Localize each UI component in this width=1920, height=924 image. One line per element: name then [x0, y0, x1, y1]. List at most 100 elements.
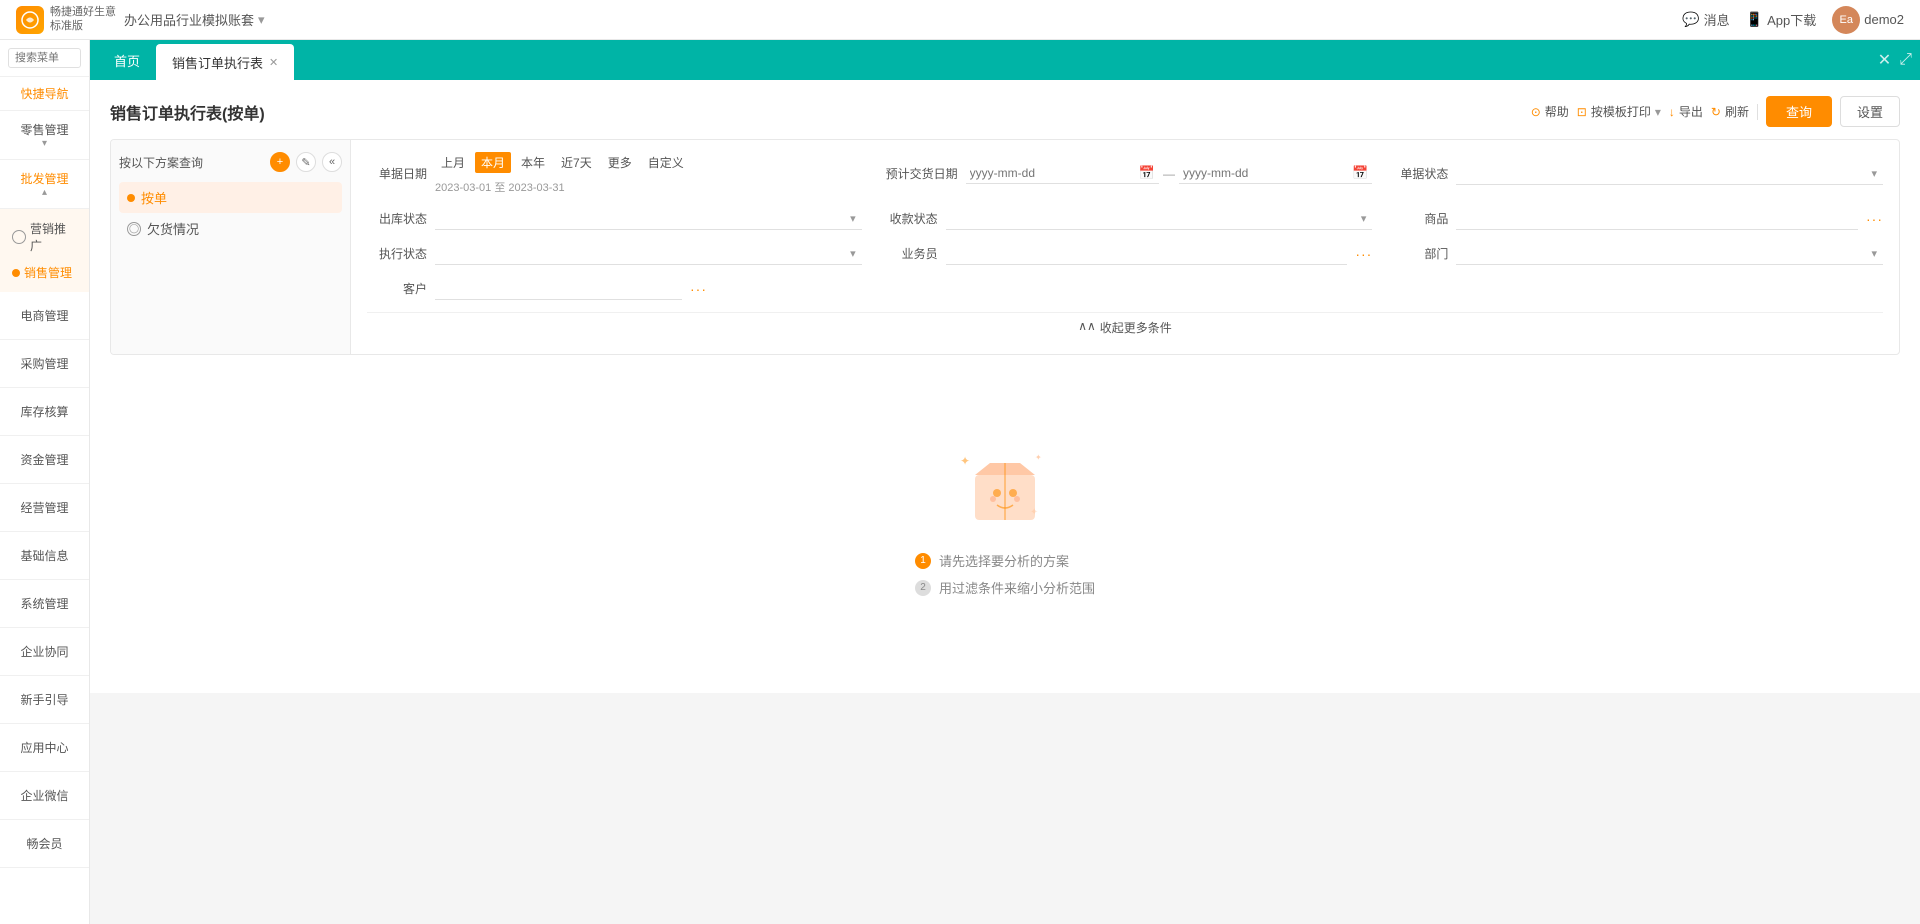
delivery-date-end[interactable]: 📅	[1179, 163, 1372, 184]
department-chevron-icon: ▾	[1871, 247, 1877, 260]
calendar-start-icon[interactable]: 📅	[1139, 165, 1155, 181]
chevron-down-icon: ▾	[42, 138, 47, 149]
message-btn[interactable]: 💬 消息	[1682, 10, 1729, 29]
help-icon: ⊙	[1531, 105, 1541, 119]
payment-select[interactable]: ▾	[946, 208, 1373, 230]
app-download-btn[interactable]: 📱 App下载	[1746, 10, 1817, 29]
settings-button[interactable]: 设置	[1840, 96, 1900, 127]
tab-sales-order[interactable]: 销售订单执行表 ✕	[156, 44, 294, 80]
retail-label: 零售管理	[20, 121, 68, 138]
app-selector[interactable]: 办公用品行业模拟账套 ▾	[124, 10, 265, 29]
execution-chevron-icon: ▾	[850, 247, 856, 260]
sidebar-item-enterprise[interactable]: 企业协同	[0, 628, 89, 676]
salesperson-more-icon[interactable]: ···	[1355, 246, 1372, 262]
order-status-select[interactable]: ▾	[1456, 163, 1883, 185]
delivery-date-start[interactable]: 📅	[966, 163, 1159, 184]
scheme-item-by-order[interactable]: 按单	[119, 182, 342, 213]
svg-text:✦: ✦	[1030, 507, 1038, 518]
refresh-icon: ↻	[1711, 105, 1721, 119]
delivery-start-input[interactable]	[970, 166, 1135, 180]
help-btn[interactable]: ⊙ 帮助	[1531, 103, 1569, 120]
tab-close-icon[interactable]: ✕	[269, 56, 278, 69]
date-tab-last-month[interactable]: 上月	[435, 152, 471, 173]
date-tab-more[interactable]: 更多	[602, 152, 638, 173]
date-tab-7days[interactable]: 近7天	[555, 152, 598, 173]
logo-text: 畅捷通好生意 标准版	[50, 6, 116, 32]
filter-field-goods: 商品 ···	[1388, 207, 1883, 230]
delivery-end-input[interactable]	[1183, 166, 1348, 180]
sidebar-item-operation[interactable]: 经营管理	[0, 484, 89, 532]
date-tab-this-month[interactable]: 本月	[475, 152, 511, 173]
collapse-bar[interactable]: ∧∧ 收起更多条件	[367, 312, 1883, 342]
execution-select[interactable]: ▾	[435, 243, 862, 265]
tab-minimize-icon[interactable]: ✕	[1878, 50, 1891, 70]
salesperson-label: 业务员	[878, 245, 938, 262]
sidebar-item-inventory[interactable]: 库存核算	[0, 388, 89, 436]
filter-panel: 按以下方案查询 + ✎ « 按单 ◯	[110, 139, 1900, 355]
sidebar-item-retail[interactable]: 零售管理 ▾	[0, 111, 89, 160]
divider	[1757, 104, 1758, 120]
date-tab-custom[interactable]: 自定义	[642, 152, 690, 173]
tab-bar: 首页 销售订单执行表 ✕ ✕ ⤢	[90, 40, 1920, 80]
sidebar-item-marketing[interactable]: 营销推广	[8, 215, 81, 259]
collapse-label: 收起更多条件	[1100, 319, 1172, 336]
filter-field-salesperson: 业务员 ···	[878, 242, 1373, 265]
filter-field-order-date: 单据日期 上月 本月 本年 近7天 更多 自定义	[367, 152, 862, 195]
filter-scheme-panel: 按以下方案查询 + ✎ « 按单 ◯	[111, 140, 351, 354]
sidebar-nav-btn[interactable]: 快捷导航	[0, 77, 89, 111]
customer-more-icon[interactable]: ···	[690, 281, 707, 297]
customer-input[interactable]	[435, 277, 682, 300]
sidebar-item-wechat[interactable]: 企业微信	[0, 772, 89, 820]
search-input[interactable]	[8, 48, 81, 68]
sidebar-item-ecommerce[interactable]: 电商管理	[0, 292, 89, 340]
avatar: Ea	[1832, 6, 1860, 34]
goods-label: 商品	[1388, 210, 1448, 227]
circle-icon	[12, 230, 26, 244]
filter-fields-panel: 单据日期 上月 本月 本年 近7天 更多 自定义	[351, 140, 1899, 354]
export-btn[interactable]: ↓ 导出	[1669, 103, 1703, 120]
sidebar-item-finance[interactable]: 资金管理	[0, 436, 89, 484]
collapse-scheme-btn[interactable]: «	[322, 152, 342, 172]
user-menu[interactable]: Ea demo2	[1832, 6, 1904, 34]
sidebar-item-system[interactable]: 系统管理	[0, 580, 89, 628]
query-button[interactable]: 查询	[1766, 96, 1832, 127]
sidebar-item-appstore[interactable]: 应用中心	[0, 724, 89, 772]
department-label: 部门	[1388, 245, 1448, 262]
shipment-select[interactable]: ▾	[435, 208, 862, 230]
sidebar-item-wholesale[interactable]: 批发管理 ▴	[0, 160, 89, 209]
date-tab-this-year[interactable]: 本年	[515, 152, 551, 173]
filter-left-icons: + ✎ «	[270, 152, 342, 172]
order-date-label: 单据日期	[367, 165, 427, 182]
active-dot-icon	[12, 269, 20, 277]
payment-label: 收款状态	[878, 210, 938, 227]
payment-chevron-icon: ▾	[1361, 212, 1367, 225]
sidebar-item-purchase[interactable]: 采购管理	[0, 340, 89, 388]
logo-area: 畅捷通好生意 标准版	[16, 6, 116, 34]
sidebar-item-vip[interactable]: 畅会员	[0, 820, 89, 868]
edit-scheme-btn[interactable]: ✎	[296, 152, 316, 172]
print-chevron-icon: ▾	[1655, 105, 1661, 119]
goods-input[interactable]	[1456, 207, 1858, 230]
refresh-btn[interactable]: ↻ 刷新	[1711, 103, 1749, 120]
execution-label: 执行状态	[367, 245, 427, 262]
tab-home[interactable]: 首页	[98, 40, 156, 80]
salesperson-input[interactable]	[946, 242, 1348, 265]
filter-row-2: 出库状态 ▾ 收款状态 ▾	[367, 207, 1883, 230]
goods-more-icon[interactable]: ···	[1866, 211, 1883, 227]
main-layout: 快捷导航 零售管理 ▾ 批发管理 ▴ 营销推广 销售管理 电商管理 采购管理	[0, 40, 1920, 924]
empty-tips: 1 请先选择要分析的方案 2 用过滤条件来缩小分析范围	[915, 551, 1095, 597]
sidebar-item-sales[interactable]: 销售管理	[8, 259, 81, 286]
scheme-item-by-debt[interactable]: ◯ 欠货情况	[119, 213, 342, 244]
sidebar-item-basic[interactable]: 基础信息	[0, 532, 89, 580]
tab-expand-icon[interactable]: ⤢	[1899, 51, 1912, 69]
customer-label: 客户	[367, 280, 427, 297]
shipment-label: 出库状态	[367, 210, 427, 227]
svg-text:✦: ✦	[960, 454, 970, 468]
print-btn[interactable]: ⊡ 按模板打印 ▾	[1577, 103, 1661, 120]
calendar-end-icon[interactable]: 📅	[1352, 165, 1368, 181]
page-content: 销售订单执行表(按单) ⊙ 帮助 ⊡ 按模板打印 ▾ ↓	[90, 80, 1920, 924]
department-select[interactable]: ▾	[1456, 243, 1883, 265]
sidebar-item-newbie[interactable]: 新手引导	[0, 676, 89, 724]
empty-tip-1: 1 请先选择要分析的方案	[915, 551, 1095, 570]
add-scheme-btn[interactable]: +	[270, 152, 290, 172]
